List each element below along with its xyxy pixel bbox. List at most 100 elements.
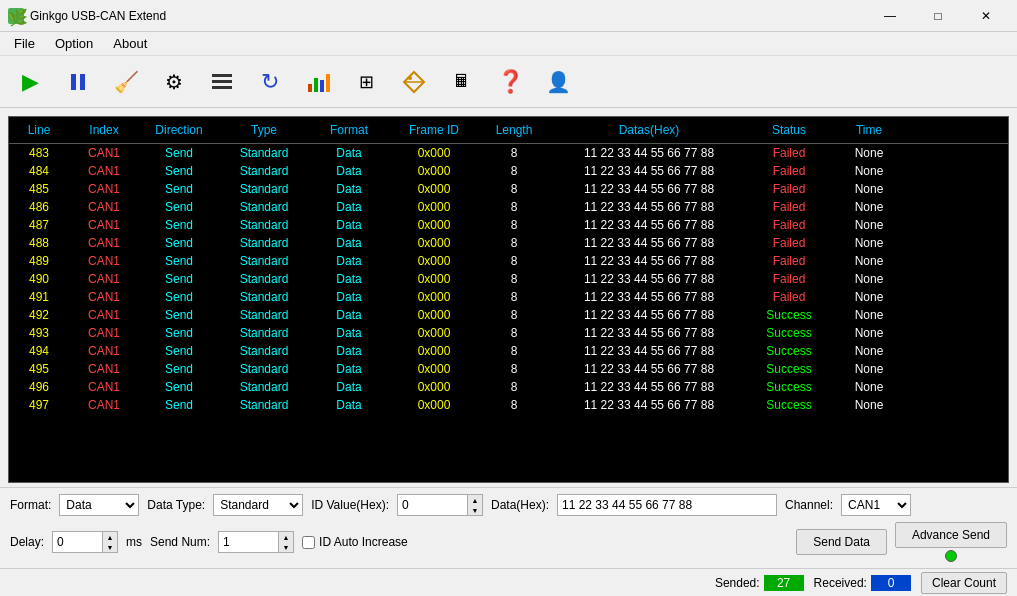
- table-cell: CAN1: [69, 217, 139, 233]
- table-row[interactable]: 493CAN1SendStandardData0x000811 22 33 44…: [9, 324, 1008, 342]
- header-status: Status: [749, 121, 829, 139]
- table-row[interactable]: 491CAN1SendStandardData0x000811 22 33 44…: [9, 288, 1008, 306]
- table-cell: 8: [479, 253, 549, 269]
- table-row[interactable]: 496CAN1SendStandardData0x000811 22 33 44…: [9, 378, 1008, 396]
- table-row[interactable]: 497CAN1SendStandardData0x000811 22 33 44…: [9, 396, 1008, 414]
- table-cell: CAN1: [69, 289, 139, 305]
- table-cell: 11 22 33 44 55 66 77 88: [549, 379, 749, 395]
- settings-button[interactable]: ⚙: [152, 60, 196, 104]
- table-cell: 0x000: [389, 289, 479, 305]
- table-cell: Send: [139, 217, 219, 233]
- autoincrease-label[interactable]: ID Auto Increase: [319, 535, 408, 549]
- format-label: Format:: [10, 498, 51, 512]
- table-row[interactable]: 488CAN1SendStandardData0x000811 22 33 44…: [9, 234, 1008, 252]
- table-cell: 8: [479, 325, 549, 341]
- table-body[interactable]: 483CAN1SendStandardData0x000811 22 33 44…: [9, 144, 1008, 481]
- menu-bar: File Option About: [0, 32, 1017, 56]
- tag-button[interactable]: [392, 60, 436, 104]
- grid-button[interactable]: ⊞: [344, 60, 388, 104]
- header-index: Index: [69, 121, 139, 139]
- table-row[interactable]: 483CAN1SendStandardData0x000811 22 33 44…: [9, 144, 1008, 162]
- header-format: Format: [309, 121, 389, 139]
- table-cell: 486: [9, 199, 69, 215]
- table-cell: Data: [309, 199, 389, 215]
- svg-rect-3: [212, 80, 232, 83]
- table-cell: Data: [309, 217, 389, 233]
- clear-count-button[interactable]: Clear Count: [921, 572, 1007, 594]
- idvalue-down[interactable]: ▼: [468, 505, 482, 515]
- autoincrease-checkbox[interactable]: [302, 536, 315, 549]
- sendnum-up[interactable]: ▲: [279, 532, 293, 542]
- svg-rect-7: [320, 80, 324, 92]
- table-cell: Standard: [219, 325, 309, 341]
- close-button[interactable]: ✕: [963, 2, 1009, 30]
- clear-button[interactable]: 🧹: [104, 60, 148, 104]
- pause-button[interactable]: [56, 60, 100, 104]
- table-cell: Failed: [749, 289, 829, 305]
- sendnum-label: Send Num:: [150, 535, 210, 549]
- minimize-button[interactable]: —: [867, 2, 913, 30]
- user-button[interactable]: 👤: [536, 60, 580, 104]
- delay-down[interactable]: ▼: [103, 542, 117, 552]
- idvalue-input[interactable]: [397, 494, 467, 516]
- menu-about[interactable]: About: [103, 34, 157, 53]
- table-cell: 0x000: [389, 253, 479, 269]
- help-button[interactable]: ❓: [488, 60, 532, 104]
- list-button[interactable]: [200, 60, 244, 104]
- table-cell: Data: [309, 379, 389, 395]
- table-cell: Data: [309, 145, 389, 161]
- table-cell: Standard: [219, 289, 309, 305]
- delay-label: Delay:: [10, 535, 44, 549]
- sendnum-down[interactable]: ▼: [279, 542, 293, 552]
- table-cell: Standard: [219, 343, 309, 359]
- table-cell: Standard: [219, 235, 309, 251]
- table-row[interactable]: 485CAN1SendStandardData0x000811 22 33 44…: [9, 180, 1008, 198]
- delay-input[interactable]: [52, 531, 102, 553]
- table-cell: Failed: [749, 217, 829, 233]
- table-row[interactable]: 489CAN1SendStandardData0x000811 22 33 44…: [9, 252, 1008, 270]
- table-cell: Data: [309, 397, 389, 413]
- table-cell: CAN1: [69, 145, 139, 161]
- svg-rect-1: [80, 74, 85, 90]
- table-cell: None: [829, 307, 909, 323]
- table-row[interactable]: 492CAN1SendStandardData0x000811 22 33 44…: [9, 306, 1008, 324]
- chart-button[interactable]: [296, 60, 340, 104]
- delay-spinner: ▲ ▼: [52, 531, 118, 553]
- table-row[interactable]: 495CAN1SendStandardData0x000811 22 33 44…: [9, 360, 1008, 378]
- menu-option[interactable]: Option: [45, 34, 103, 53]
- idvalue-label: ID Value(Hex):: [311, 498, 389, 512]
- channel-select[interactable]: CAN1 CAN2: [841, 494, 911, 516]
- table-cell: CAN1: [69, 397, 139, 413]
- refresh-button[interactable]: ↻: [248, 60, 292, 104]
- table-cell: 11 22 33 44 55 66 77 88: [549, 253, 749, 269]
- table-row[interactable]: 487CAN1SendStandardData0x000811 22 33 44…: [9, 216, 1008, 234]
- datatype-select[interactable]: Standard Extended: [213, 494, 303, 516]
- calc-button[interactable]: 🖩: [440, 60, 484, 104]
- table-row[interactable]: 484CAN1SendStandardData0x000811 22 33 44…: [9, 162, 1008, 180]
- maximize-button[interactable]: □: [915, 2, 961, 30]
- table-row[interactable]: 490CAN1SendStandardData0x000811 22 33 44…: [9, 270, 1008, 288]
- channel-label: Channel:: [785, 498, 833, 512]
- delay-up[interactable]: ▲: [103, 532, 117, 542]
- menu-file[interactable]: File: [4, 34, 45, 53]
- table-cell: Success: [749, 361, 829, 377]
- table-cell: Success: [749, 397, 829, 413]
- table-cell: 11 22 33 44 55 66 77 88: [549, 361, 749, 377]
- sendnum-input[interactable]: [218, 531, 278, 553]
- table-row[interactable]: 494CAN1SendStandardData0x000811 22 33 44…: [9, 342, 1008, 360]
- advance-send-button[interactable]: Advance Send: [895, 522, 1007, 548]
- table-cell: 8: [479, 235, 549, 251]
- format-select[interactable]: Data Remote: [59, 494, 139, 516]
- table-cell: 8: [479, 199, 549, 215]
- idvalue-up[interactable]: ▲: [468, 495, 482, 505]
- table-cell: CAN1: [69, 199, 139, 215]
- table-cell: 11 22 33 44 55 66 77 88: [549, 343, 749, 359]
- table-cell: 487: [9, 217, 69, 233]
- sendnum-spinner: ▲ ▼: [218, 531, 294, 553]
- datahex-input[interactable]: [557, 494, 777, 516]
- table-cell: 0x000: [389, 217, 479, 233]
- status-bar: Sended: 27 Received: 0 Clear Count: [0, 568, 1017, 596]
- table-row[interactable]: 486CAN1SendStandardData0x000811 22 33 44…: [9, 198, 1008, 216]
- send-data-button[interactable]: Send Data: [796, 529, 887, 555]
- play-button[interactable]: ▶: [8, 60, 52, 104]
